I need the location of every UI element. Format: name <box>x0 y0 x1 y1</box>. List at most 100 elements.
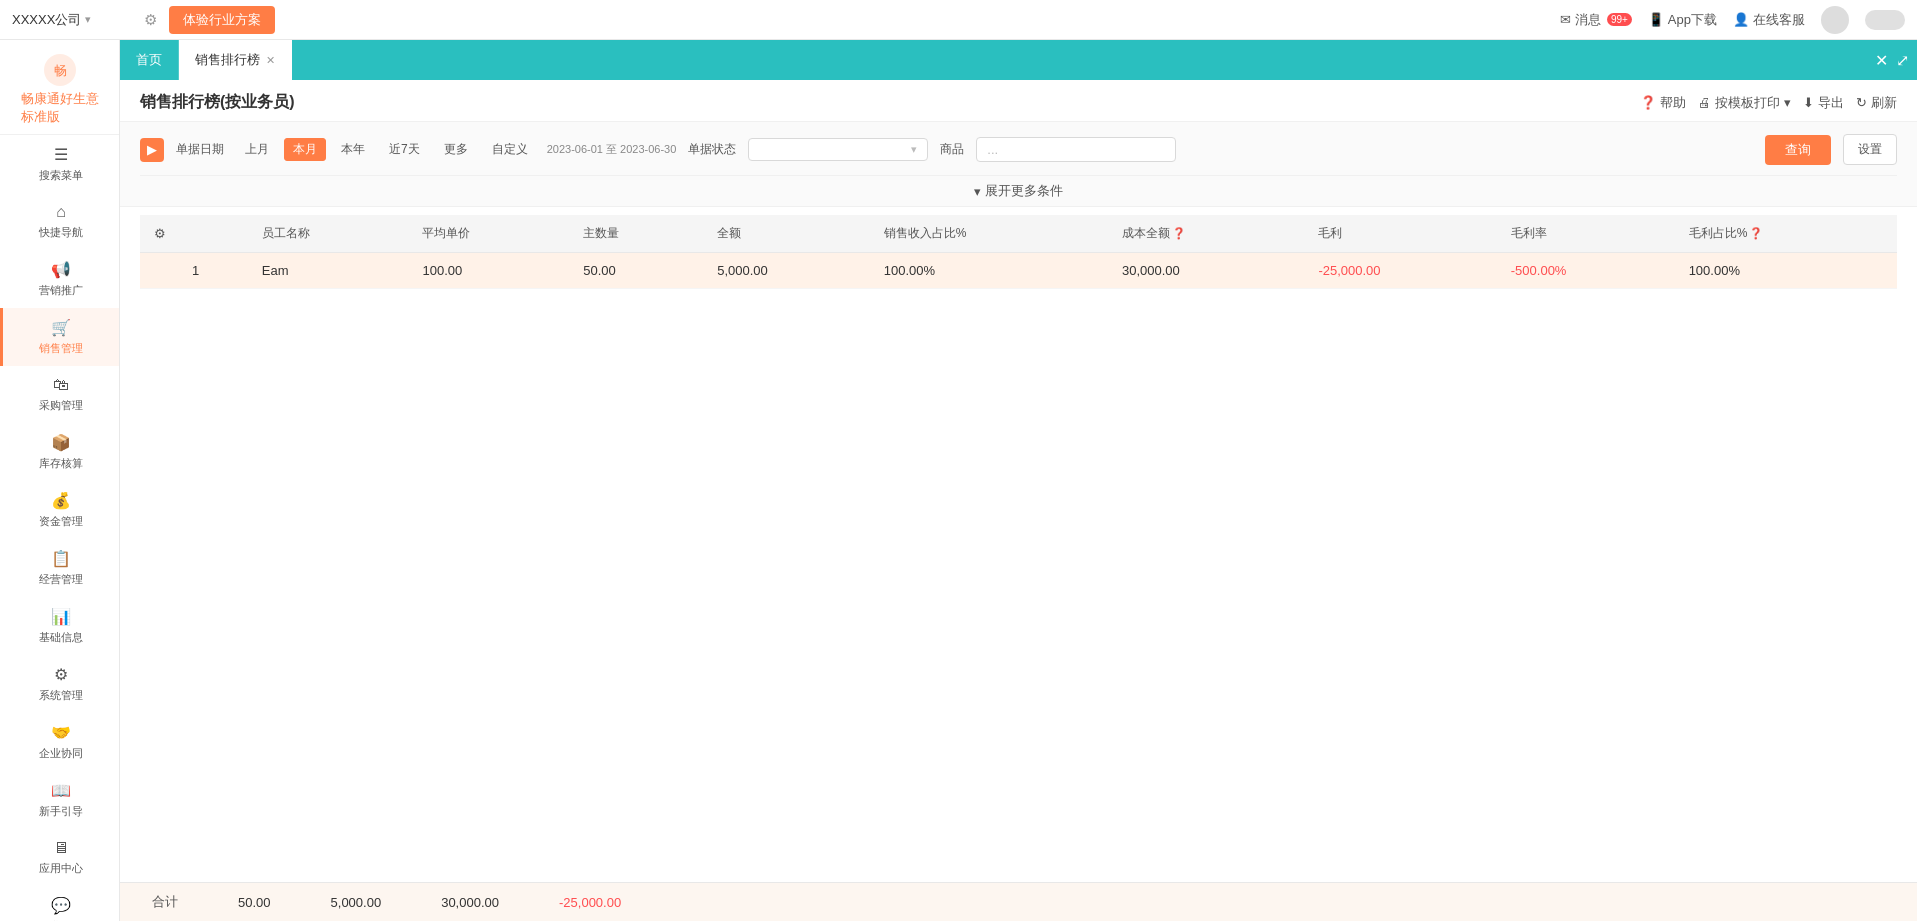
goods-filter-input[interactable]: ... <box>976 137 1176 162</box>
row-settings-cell <box>140 253 180 289</box>
sidebar-label-search-order: 搜索菜单 <box>39 168 83 183</box>
sidebar-item-inventory[interactable]: 📦 库存核算 <box>0 423 119 481</box>
col-settings[interactable]: ⚙ <box>140 215 180 253</box>
table-footer: 合计 50.00 5,000.00 30,000.00 -25,000.00 <box>120 882 1917 921</box>
tab-sales-ranking[interactable]: 销售排行榜 ✕ <box>179 40 292 80</box>
sidebar-label-inventory: 库存核算 <box>39 456 83 471</box>
tab-window-close-icon[interactable]: ✕ <box>1875 51 1888 70</box>
svg-text:畅: 畅 <box>53 63 66 78</box>
expand-more-label: 展开更多条件 <box>985 182 1063 200</box>
user-name-placeholder[interactable] <box>1865 10 1905 30</box>
date-chip-current-month[interactable]: 本月 <box>284 138 326 161</box>
sidebar-label-marketing: 营销推广 <box>39 283 83 298</box>
sidebar-label-finance: 资金管理 <box>39 514 83 529</box>
tab-home[interactable]: 首页 <box>120 40 179 80</box>
refresh-btn[interactable]: ↻ 刷新 <box>1856 94 1897 112</box>
refresh-icon: ↻ <box>1856 95 1867 110</box>
sidebar-item-wechat[interactable]: 💬 企业微信 <box>0 886 119 921</box>
sidebar-icon-collab: 🤝 <box>51 723 71 742</box>
table-body: 1 Eam 100.00 50.00 5,000.00 100.00% 30,0… <box>140 253 1897 289</box>
table-settings-icon[interactable]: ⚙ <box>154 226 166 241</box>
row-profit: -25,000.00 <box>1306 253 1498 289</box>
tab-bar: 首页 销售排行榜 ✕ ✕ ⤢ <box>120 40 1917 80</box>
sidebar-label-purchase: 采购管理 <box>39 398 83 413</box>
date-chip-last-month[interactable]: 上月 <box>236 138 278 161</box>
message-item[interactable]: ✉ 消息 99+ <box>1560 11 1632 29</box>
expand-more-bar[interactable]: ▾ 展开更多条件 <box>140 175 1897 206</box>
sidebar-item-quick-nav[interactable]: ⌂ 快捷导航 <box>0 193 119 250</box>
col-sales-pct: 销售收入占比% <box>872 215 1110 253</box>
footer-profit: -25,000.00 <box>559 895 621 910</box>
sidebar-item-collab[interactable]: 🤝 企业协同 <box>0 713 119 771</box>
col-name: 员工名称 <box>250 215 411 253</box>
app-download-item[interactable]: 📱 App下载 <box>1648 11 1717 29</box>
help-btn[interactable]: ❓ 帮助 <box>1640 94 1686 112</box>
sidebar-icon-finance: 💰 <box>51 491 71 510</box>
tab-close-icon[interactable]: ✕ <box>266 54 275 67</box>
export-btn[interactable]: ⬇ 导出 <box>1803 94 1844 112</box>
filter-expand-arrow[interactable]: ▶ <box>140 138 164 162</box>
footer-quantity: 50.00 <box>238 895 271 910</box>
col-quantity: 主数量 <box>571 215 705 253</box>
sidebar-item-guide[interactable]: 📖 新手引导 <box>0 771 119 829</box>
sidebar-item-system[interactable]: ⚙ 系统管理 <box>0 655 119 713</box>
date-chip-more[interactable]: 更多 <box>435 138 477 161</box>
try-btn[interactable]: 体验行业方案 <box>169 6 275 34</box>
col-cost: 成本全额❓ <box>1110 215 1306 253</box>
date-chip-custom[interactable]: 自定义 <box>483 138 537 161</box>
col-amount: 全额 <box>705 215 872 253</box>
status-filter-label: 单据状态 <box>688 141 736 158</box>
tab-window-expand-icon[interactable]: ⤢ <box>1896 51 1909 70</box>
filter-bar: ▶ 单据日期 上月 本月 本年 近7天 更多 自定义 2023-06-01 至 … <box>120 122 1917 207</box>
col-profit-pct: 毛利占比%❓ <box>1677 215 1897 253</box>
cost-help-icon[interactable]: ❓ <box>1172 227 1186 239</box>
sidebar-item-apps[interactable]: 🖥 应用中心 <box>0 829 119 886</box>
tab-right-actions: ✕ ⤢ <box>1875 51 1917 70</box>
avatar[interactable] <box>1821 6 1849 34</box>
sidebar-label-collab: 企业协同 <box>39 746 83 761</box>
online-service-item[interactable]: 👤 在线客服 <box>1733 11 1805 29</box>
page-header: 销售排行榜(按业务员) ❓ 帮助 🖨 按模板打印 ▾ ⬇ 导出 <box>120 80 1917 122</box>
table-wrapper: ⚙ 员工名称 平均单价 主数量 全额 销售收入占比% 成本全额❓ 毛利 <box>120 207 1917 882</box>
date-filter-chips: 上月 本月 本年 近7天 更多 自定义 2023-06-01 至 2023-06… <box>236 138 676 161</box>
sidebar-item-operations[interactable]: 📋 经营管理 <box>0 539 119 597</box>
top-right-actions: ✉ 消息 99+ 📱 App下载 👤 在线客服 <box>1560 6 1905 34</box>
tab-home-label: 首页 <box>136 51 162 69</box>
sidebar-icon-inventory: 📦 <box>51 433 71 452</box>
company-settings-icon[interactable]: ⚙ <box>144 11 157 29</box>
sidebar-label-operations: 经营管理 <box>39 572 83 587</box>
sidebar-item-search-order[interactable]: ☰ 搜索菜单 <box>0 135 119 193</box>
message-badge: 99+ <box>1607 13 1632 26</box>
service-icon: 👤 <box>1733 12 1749 27</box>
message-label: 消息 <box>1575 11 1601 29</box>
goods-placeholder: ... <box>987 142 998 157</box>
company-selector[interactable]: XXXXX公司 ▾ <box>12 11 132 29</box>
filter-settings-btn[interactable]: 设置 <box>1843 134 1897 165</box>
sidebar-item-purchase[interactable]: 🛍 采购管理 <box>0 366 119 423</box>
content-area: 首页 销售排行榜 ✕ ✕ ⤢ 销售排行榜(按业务员) ❓ 帮助 <box>120 40 1917 921</box>
app-download-label: App下载 <box>1668 11 1717 29</box>
sidebar-icon-marketing: 📢 <box>51 260 71 279</box>
company-name: XXXXX公司 <box>12 11 81 29</box>
sidebar-logo: 畅 畅康通好生意 标准版 <box>0 40 119 135</box>
row-cost: 30,000.00 <box>1110 253 1306 289</box>
query-btn[interactable]: 查询 <box>1765 135 1831 165</box>
export-label: 导出 <box>1818 94 1844 112</box>
profit-pct-help-icon[interactable]: ❓ <box>1749 227 1763 239</box>
date-chip-last-7[interactable]: 近7天 <box>380 138 429 161</box>
status-filter-select[interactable]: ▾ <box>748 138 928 161</box>
sidebar-item-finance[interactable]: 💰 资金管理 <box>0 481 119 539</box>
message-icon: ✉ <box>1560 12 1571 27</box>
print-btn[interactable]: 🖨 按模板打印 ▾ <box>1698 94 1791 112</box>
sidebar-icon-system: ⚙ <box>54 665 68 684</box>
refresh-label: 刷新 <box>1871 94 1897 112</box>
goods-filter-label: 商品 <box>940 141 964 158</box>
date-range-text: 2023-06-01 至 2023-06-30 <box>547 142 677 157</box>
date-chip-current-year[interactable]: 本年 <box>332 138 374 161</box>
tab-sales-ranking-label: 销售排行榜 <box>195 51 260 69</box>
sidebar-item-marketing[interactable]: 📢 营销推广 <box>0 250 119 308</box>
sidebar-icon-sales: 🛒 <box>51 318 71 337</box>
expand-chevron-icon: ▾ <box>974 184 981 199</box>
sidebar-item-basic-info[interactable]: 📊 基础信息 <box>0 597 119 655</box>
sidebar-item-sales[interactable]: 🛒 销售管理 <box>0 308 119 366</box>
